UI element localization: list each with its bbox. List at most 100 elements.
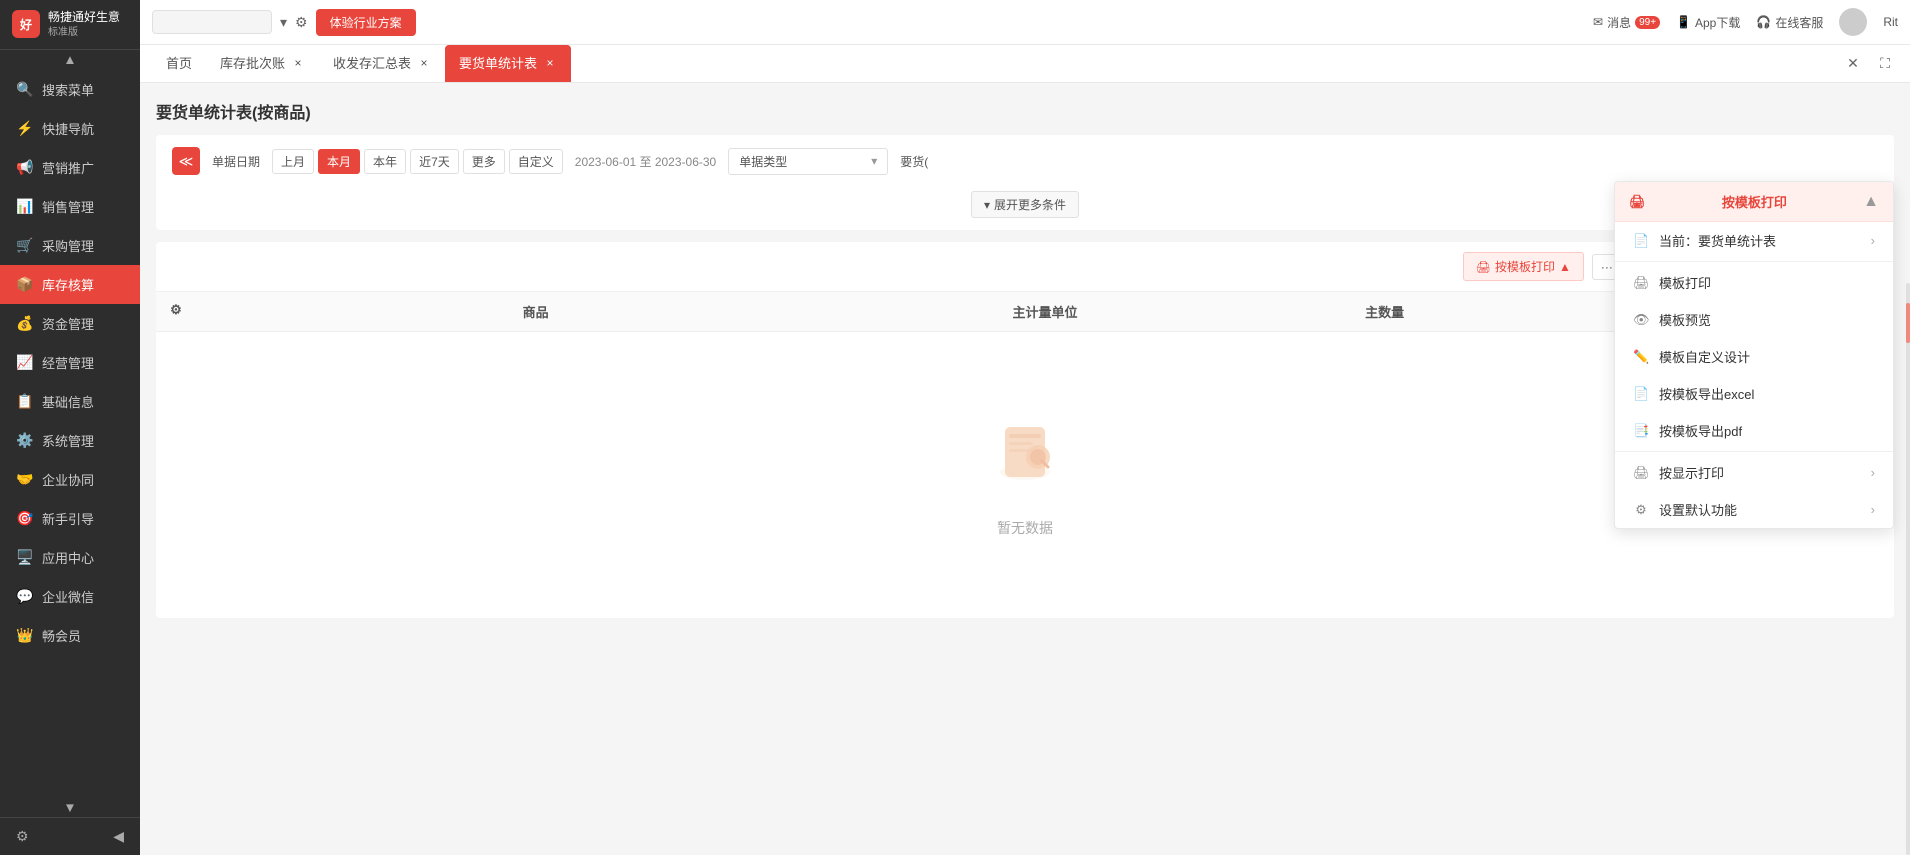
template-design-icon: ✏️ xyxy=(1633,349,1649,365)
wechat-icon: 💬 xyxy=(16,588,34,605)
print-template-button[interactable]: 🖨 按模板打印 ▲ xyxy=(1463,252,1584,281)
dropdown-display-print[interactable]: 🖨 按显示打印 › xyxy=(1615,454,1893,491)
tab-close-inventory-batch[interactable]: × xyxy=(291,56,305,70)
topbar-settings-icon[interactable]: ⚙ xyxy=(295,14,308,31)
finance-icon: 💰 xyxy=(16,315,34,332)
tab-close-requisition[interactable]: × xyxy=(543,56,557,70)
sidebar-item-base[interactable]: 📋 基础信息 xyxy=(0,382,140,421)
sidebar-item-member[interactable]: 👑 畅会员 xyxy=(0,616,140,655)
dropdown-close-button[interactable]: ▲ xyxy=(1863,193,1879,211)
sidebar-item-marketing[interactable]: 📢 营销推广 xyxy=(0,148,140,187)
tab-maximize-btn[interactable]: ⛶ xyxy=(1872,51,1898,77)
date-btn-7days[interactable]: 近7天 xyxy=(410,149,459,174)
dropdown-template-preview[interactable]: 👁 模板预览 xyxy=(1615,301,1893,338)
sidebar-item-label: 经营管理 xyxy=(42,353,94,372)
col-header-product: 商品 xyxy=(196,292,875,332)
sidebar-item-label: 营销推广 xyxy=(42,158,94,177)
sidebar-item-label: 应用中心 xyxy=(42,548,94,567)
printer-header-icon: 🖨 xyxy=(1629,194,1646,210)
dropdown-export-excel[interactable]: 📄 按模板导出excel xyxy=(1615,375,1893,412)
more-conditions-button[interactable]: ▾ 展开更多条件 xyxy=(971,191,1079,218)
expand-icon: ▾ xyxy=(984,198,990,212)
tab-close-all-btn[interactable]: ✕ xyxy=(1840,51,1866,77)
sidebar-item-finance[interactable]: 💰 资金管理 xyxy=(0,304,140,343)
sidebar-scroll-down[interactable]: ▼ xyxy=(0,797,140,817)
current-item-icon: 📄 xyxy=(1633,233,1649,249)
date-btn-this-month[interactable]: 本月 xyxy=(318,149,360,174)
col-header-unit: 主计量单位 xyxy=(875,292,1215,332)
date-filter-label: 单据日期 xyxy=(212,153,260,170)
tab-receivable[interactable]: 收发存汇总表 × xyxy=(319,45,445,82)
template-print-icon: 🖨 xyxy=(1633,275,1649,291)
app-logo: 好 畅捷通好生意 标准版 xyxy=(0,0,140,50)
date-btn-last-month[interactable]: 上月 xyxy=(272,149,314,174)
sidebar-item-label: 企业微信 xyxy=(42,587,94,606)
messages-badge: 99+ xyxy=(1635,16,1660,29)
purchase-icon: 🛒 xyxy=(16,237,34,254)
tab-inventory-batch[interactable]: 库存批次账 × xyxy=(206,45,319,82)
empty-illustration xyxy=(985,412,1065,506)
dropdown-current-label: 当前：要货单统计表 xyxy=(1659,231,1776,250)
page-content-area: 要货单统计表(按商品) ≪ 单据日期 上月 本月 本年 近7天 更多 自定义 2… xyxy=(140,83,1910,855)
sidebar-item-enterprise[interactable]: 🤝 企业协同 xyxy=(0,460,140,499)
current-item-arrow-icon: › xyxy=(1871,233,1875,248)
sidebar-footer: ⚙ ◀ xyxy=(0,817,140,855)
date-btn-custom[interactable]: 自定义 xyxy=(509,149,563,174)
order-type-select[interactable]: 单据类型 ▾ xyxy=(728,148,888,175)
sidebar-item-label: 畅会员 xyxy=(42,626,81,645)
sidebar-item-sales[interactable]: 📊 销售管理 xyxy=(0,187,140,226)
sidebar-item-wechat[interactable]: 💬 企业微信 xyxy=(0,577,140,616)
tab-close-receivable[interactable]: × xyxy=(417,56,431,70)
tabs-right-actions: ✕ ⛶ xyxy=(1840,51,1898,77)
sidebar-nav: 🔍 搜索菜单 ⚡ 快捷导航 📢 营销推广 📊 销售管理 🛒 采购管理 📦 库存核… xyxy=(0,70,140,797)
sidebar-item-apps[interactable]: 🖥️ 应用中心 xyxy=(0,538,140,577)
topbar-dropdown-icon[interactable]: ▾ xyxy=(280,14,287,31)
inventory-icon: 📦 xyxy=(16,276,34,293)
messages-item[interactable]: ✉ 消息 99+ xyxy=(1593,14,1660,31)
sidebar-item-operation[interactable]: 📈 经营管理 xyxy=(0,343,140,382)
col-settings-icon[interactable]: ⚙ xyxy=(170,302,182,317)
collapse-icon[interactable]: ◀ xyxy=(113,828,124,845)
dropdown-template-design[interactable]: ✏️ 模板自定义设计 xyxy=(1615,338,1893,375)
sidebar-item-inventory[interactable]: 📦 库存核算 xyxy=(0,265,140,304)
order-type-label: 单据类型 xyxy=(739,153,787,170)
tab-requisition[interactable]: 要货单统计表 × xyxy=(445,45,571,82)
sidebar: 好 畅捷通好生意 标准版 ▲ 🔍 搜索菜单 ⚡ 快捷导航 📢 营销推广 📊 销售… xyxy=(0,0,140,855)
settings-footer-icon[interactable]: ⚙ xyxy=(16,828,29,845)
print-template-dropdown: 🖨 按模板打印 ▲ 📄 当前：要货单统计表 › 🖨 模板打印 👁 模板预览 ✏️ xyxy=(1614,181,1894,529)
tabs-bar: 首页 库存批次账 × 收发存汇总表 × 要货单统计表 × ✕ ⛶ xyxy=(140,45,1910,83)
app-download-item[interactable]: 📱 App下载 xyxy=(1676,14,1740,31)
sidebar-item-label: 快捷导航 xyxy=(42,119,94,138)
apps-icon: 🖥️ xyxy=(16,549,34,566)
user-avatar[interactable] xyxy=(1839,8,1867,36)
page-scrollbar[interactable] xyxy=(1906,283,1910,855)
set-default-icon: ⚙ xyxy=(1633,502,1649,518)
order-type-arrow-icon: ▾ xyxy=(871,154,877,168)
logo-icon: 好 xyxy=(12,10,40,38)
topbar-search-input[interactable] xyxy=(152,10,272,34)
sidebar-item-label: 企业协同 xyxy=(42,470,94,489)
dropdown-header: 🖨 按模板打印 ▲ xyxy=(1615,182,1893,222)
dropdown-export-pdf[interactable]: 📑 按模板导出pdf xyxy=(1615,412,1893,449)
date-buttons: 上月 本月 本年 近7天 更多 自定义 xyxy=(272,149,563,174)
online-service-item[interactable]: 🎧 在线客服 xyxy=(1756,14,1823,31)
dropdown-set-default[interactable]: ⚙ 设置默认功能 › xyxy=(1615,491,1893,528)
sidebar-item-system[interactable]: ⚙️ 系统管理 xyxy=(0,421,140,460)
date-btn-more[interactable]: 更多 xyxy=(463,149,505,174)
sidebar-item-label: 系统管理 xyxy=(42,431,94,450)
dropdown-template-print[interactable]: 🖨 模板打印 xyxy=(1615,264,1893,301)
dropdown-current-item[interactable]: 📄 当前：要货单统计表 › xyxy=(1615,222,1893,259)
tab-home[interactable]: 首页 xyxy=(152,45,206,82)
filter-expand-button[interactable]: ≪ xyxy=(172,147,200,175)
sidebar-item-newbie[interactable]: 🎯 新手引导 xyxy=(0,499,140,538)
yihuo-label: 要货( xyxy=(900,153,928,170)
sidebar-item-shortcut[interactable]: ⚡ 快捷导航 xyxy=(0,109,140,148)
date-btn-this-year[interactable]: 本年 xyxy=(364,149,406,174)
sidebar-item-search[interactable]: 🔍 搜索菜单 xyxy=(0,70,140,109)
sidebar-item-purchase[interactable]: 🛒 采购管理 xyxy=(0,226,140,265)
message-icon: ✉ xyxy=(1593,15,1603,29)
sidebar-scroll-up[interactable]: ▲ xyxy=(0,50,140,70)
trial-button[interactable]: 体验行业方案 xyxy=(316,9,416,36)
page-scrollbar-thumb[interactable] xyxy=(1906,303,1910,343)
template-preview-icon: 👁 xyxy=(1633,312,1649,328)
